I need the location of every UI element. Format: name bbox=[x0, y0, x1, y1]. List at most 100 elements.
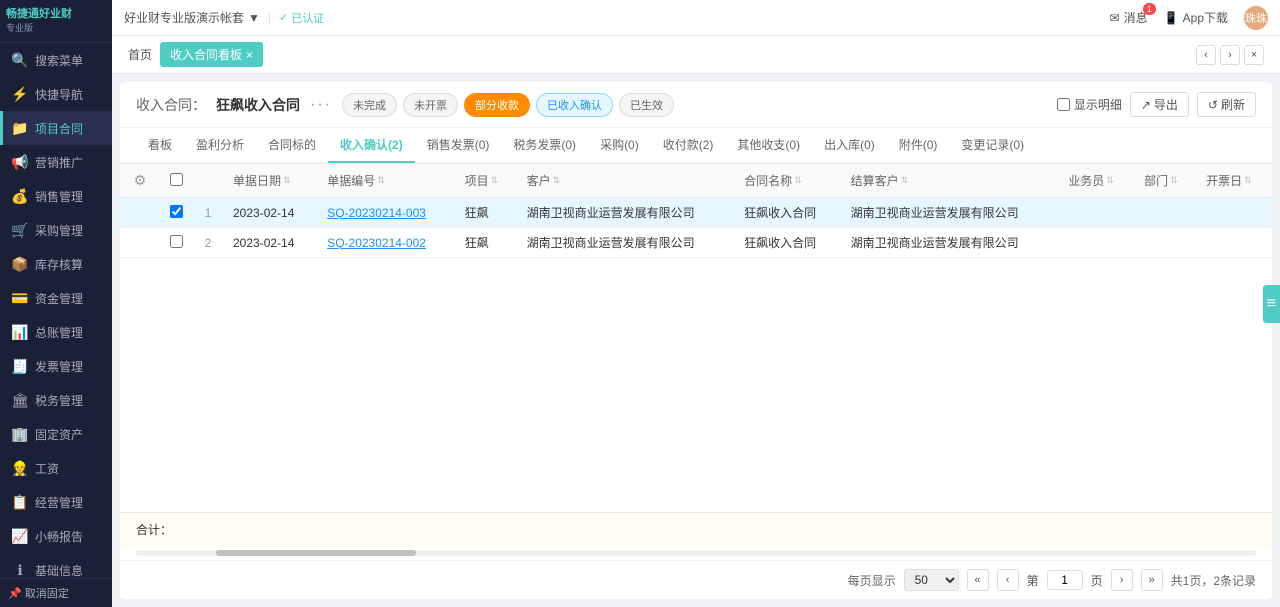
th-salesperson[interactable]: 业务员⇅ bbox=[1058, 164, 1134, 198]
row-code-link[interactable]: SQ-20230214-002 bbox=[327, 236, 426, 250]
select-all-checkbox[interactable] bbox=[170, 173, 183, 186]
export-label: 导出 bbox=[1154, 96, 1178, 113]
sidebar-item-salary[interactable]: 👷 工资 bbox=[0, 451, 112, 485]
tab-purchase[interactable]: 采购(0) bbox=[588, 128, 651, 163]
nav-back-button[interactable]: ‹ bbox=[1196, 45, 1216, 65]
tab-profit[interactable]: 盈利分析 bbox=[184, 128, 256, 163]
sidebar-item-funds[interactable]: 💳 资金管理 bbox=[0, 281, 112, 315]
row-number: 1 bbox=[193, 198, 223, 228]
row-project: 狂飙 bbox=[455, 228, 517, 258]
th-project[interactable]: 项目⇅ bbox=[455, 164, 517, 198]
row-checkbox[interactable] bbox=[160, 228, 193, 258]
row-code[interactable]: SQ-20230214-003 bbox=[317, 198, 454, 228]
row-select-checkbox[interactable] bbox=[170, 235, 183, 248]
per-page-select[interactable]: 50 100 200 bbox=[904, 569, 959, 591]
th-code[interactable]: 单据编号⇅ bbox=[317, 164, 454, 198]
sidebar-item-purchase[interactable]: 🛒 采购管理 bbox=[0, 213, 112, 247]
sidebar-item-management[interactable]: 📋 经营管理 bbox=[0, 485, 112, 519]
prev-page-button[interactable]: ‹ bbox=[997, 569, 1019, 591]
settings-icon[interactable]: ⚙ bbox=[134, 172, 147, 188]
row-customer: 湖南卫视商业运营发展有限公司 bbox=[517, 228, 735, 258]
app-download-button[interactable]: 📱 App下载 bbox=[1164, 9, 1228, 26]
tab-sales-invoice[interactable]: 销售发票(0) bbox=[415, 128, 502, 163]
last-page-button[interactable]: » bbox=[1141, 569, 1163, 591]
row-select-checkbox[interactable] bbox=[170, 205, 183, 218]
export-button[interactable]: ↗ 导出 bbox=[1130, 92, 1189, 117]
sidebar-item-assets[interactable]: 🏢 固定资产 bbox=[0, 417, 112, 451]
sidebar-item-ledger[interactable]: 📊 总账管理 bbox=[0, 315, 112, 349]
horizontal-scrollbar[interactable] bbox=[136, 550, 1256, 556]
sidebar-item-label: 基础信息 bbox=[35, 562, 83, 578]
next-page-button[interactable]: › bbox=[1111, 569, 1133, 591]
sidebar-item-inventory[interactable]: 📦 库存核算 bbox=[0, 247, 112, 281]
current-page-input[interactable] bbox=[1047, 570, 1083, 590]
user-profile[interactable]: 珠珠 bbox=[1244, 6, 1268, 30]
first-page-button[interactable]: « bbox=[967, 569, 989, 591]
th-checkbox[interactable] bbox=[160, 164, 193, 198]
right-sidebar-icon[interactable]: ≡ bbox=[1263, 285, 1280, 323]
more-button[interactable]: ··· bbox=[310, 96, 332, 114]
sidebar-item-invoice[interactable]: 🧾 发票管理 bbox=[0, 349, 112, 383]
sidebar-unpin[interactable]: 📌 取消固定 bbox=[0, 578, 112, 607]
active-tab-label: 收入合同看板 bbox=[170, 46, 242, 63]
tab-kanban[interactable]: 看板 bbox=[136, 128, 184, 163]
row-checkbox[interactable] bbox=[160, 198, 193, 228]
tab-changes[interactable]: 变更记录(0) bbox=[949, 128, 1036, 163]
sidebar-item-basic[interactable]: ℹ 基础信息 bbox=[0, 553, 112, 578]
refresh-icon: ↺ bbox=[1208, 98, 1218, 112]
sidebar-item-label: 项目合同 bbox=[35, 120, 83, 137]
status-wancheng[interactable]: 未完成 bbox=[342, 93, 397, 117]
row-code[interactable]: SQ-20230214-002 bbox=[317, 228, 454, 258]
breadcrumb-home[interactable]: 首页 bbox=[128, 46, 152, 63]
scrollbar-row bbox=[120, 546, 1272, 560]
show-detail-checkbox[interactable] bbox=[1057, 98, 1070, 111]
data-table: ⚙ 单据日期⇅ 单据编号⇅ 项目⇅ 客户⇅ 合同名称⇅ 结算客户⇅ 业务员⇅ 部… bbox=[120, 164, 1272, 258]
row-date: 2023-02-14 bbox=[223, 198, 317, 228]
status-querenen[interactable]: 已收入确认 bbox=[536, 93, 613, 117]
th-settle-customer[interactable]: 结算客户⇅ bbox=[841, 164, 1059, 198]
search-icon: 🔍 bbox=[11, 51, 29, 69]
th-settings[interactable]: ⚙ bbox=[120, 164, 160, 198]
row-code-link[interactable]: SQ-20230214-003 bbox=[327, 206, 426, 220]
topbar: 好业财专业版演示帐套 ▼ | ✓ 已认证 ✉ 1 消息 📱 App下载 珠珠 bbox=[112, 0, 1280, 36]
tab-subject[interactable]: 合同标的 bbox=[256, 128, 328, 163]
active-tab[interactable]: 收入合同看板 × bbox=[160, 42, 263, 67]
tab-revenue[interactable]: 收入确认(2) bbox=[328, 128, 415, 163]
th-open-date[interactable]: 开票日⇅ bbox=[1196, 164, 1272, 198]
tab-inout[interactable]: 出入库(0) bbox=[812, 128, 887, 163]
th-contract[interactable]: 合同名称⇅ bbox=[734, 164, 840, 198]
sidebar-item-search[interactable]: 🔍 搜索菜单 bbox=[0, 43, 112, 77]
nav-forward-button[interactable]: › bbox=[1220, 45, 1240, 65]
check-icon: ✓ bbox=[279, 11, 288, 24]
ledger-icon: 📊 bbox=[11, 323, 29, 341]
sidebar-item-project[interactable]: 📁 项目合同 bbox=[0, 111, 112, 145]
refresh-button[interactable]: ↺ 刷新 bbox=[1197, 92, 1256, 117]
close-panel-button[interactable]: × bbox=[1244, 45, 1264, 65]
sidebar-item-marketing[interactable]: 📢 营销推广 bbox=[0, 145, 112, 179]
scrollbar-thumb[interactable] bbox=[216, 550, 416, 556]
tab-attachment[interactable]: 附件(0) bbox=[887, 128, 950, 163]
tab-payment[interactable]: 收付款(2) bbox=[651, 128, 726, 163]
right-sidebar-toggle[interactable]: ≡ bbox=[1263, 285, 1280, 323]
status-shoukuan[interactable]: 部分收款 bbox=[464, 93, 530, 117]
tab-other[interactable]: 其他收支(0) bbox=[725, 128, 812, 163]
row-department bbox=[1134, 228, 1196, 258]
tab-tax-invoice[interactable]: 税务发票(0) bbox=[501, 128, 588, 163]
show-detail-toggle[interactable]: 显示明细 bbox=[1057, 96, 1122, 113]
th-customer[interactable]: 客户⇅ bbox=[517, 164, 735, 198]
row-salesperson bbox=[1058, 198, 1134, 228]
company-selector[interactable]: 好业财专业版演示帐套 ▼ bbox=[124, 9, 260, 26]
sidebar-item-quicknav[interactable]: ⚡ 快捷导航 bbox=[0, 77, 112, 111]
row-settle-customer: 湖南卫视商业运营发展有限公司 bbox=[841, 228, 1059, 258]
status-kaipiao[interactable]: 未开票 bbox=[403, 93, 458, 117]
status-shengxiao[interactable]: 已生效 bbox=[619, 93, 674, 117]
close-tab-button[interactable]: × bbox=[246, 48, 253, 62]
sidebar-item-tax[interactable]: 🏛 税务管理 bbox=[0, 383, 112, 417]
message-button[interactable]: ✉ 1 消息 bbox=[1110, 9, 1148, 26]
sidebar-item-label: 税务管理 bbox=[35, 392, 83, 409]
sidebar-item-sales[interactable]: 💰 销售管理 bbox=[0, 179, 112, 213]
th-date[interactable]: 单据日期⇅ bbox=[223, 164, 317, 198]
sidebar-item-report[interactable]: 📈 小畅报告 bbox=[0, 519, 112, 553]
th-department[interactable]: 部门⇅ bbox=[1134, 164, 1196, 198]
content-panel: 收入合同： 狂飙收入合同 ··· 未完成 未开票 部分收款 已收入确认 已生效 … bbox=[120, 82, 1272, 599]
